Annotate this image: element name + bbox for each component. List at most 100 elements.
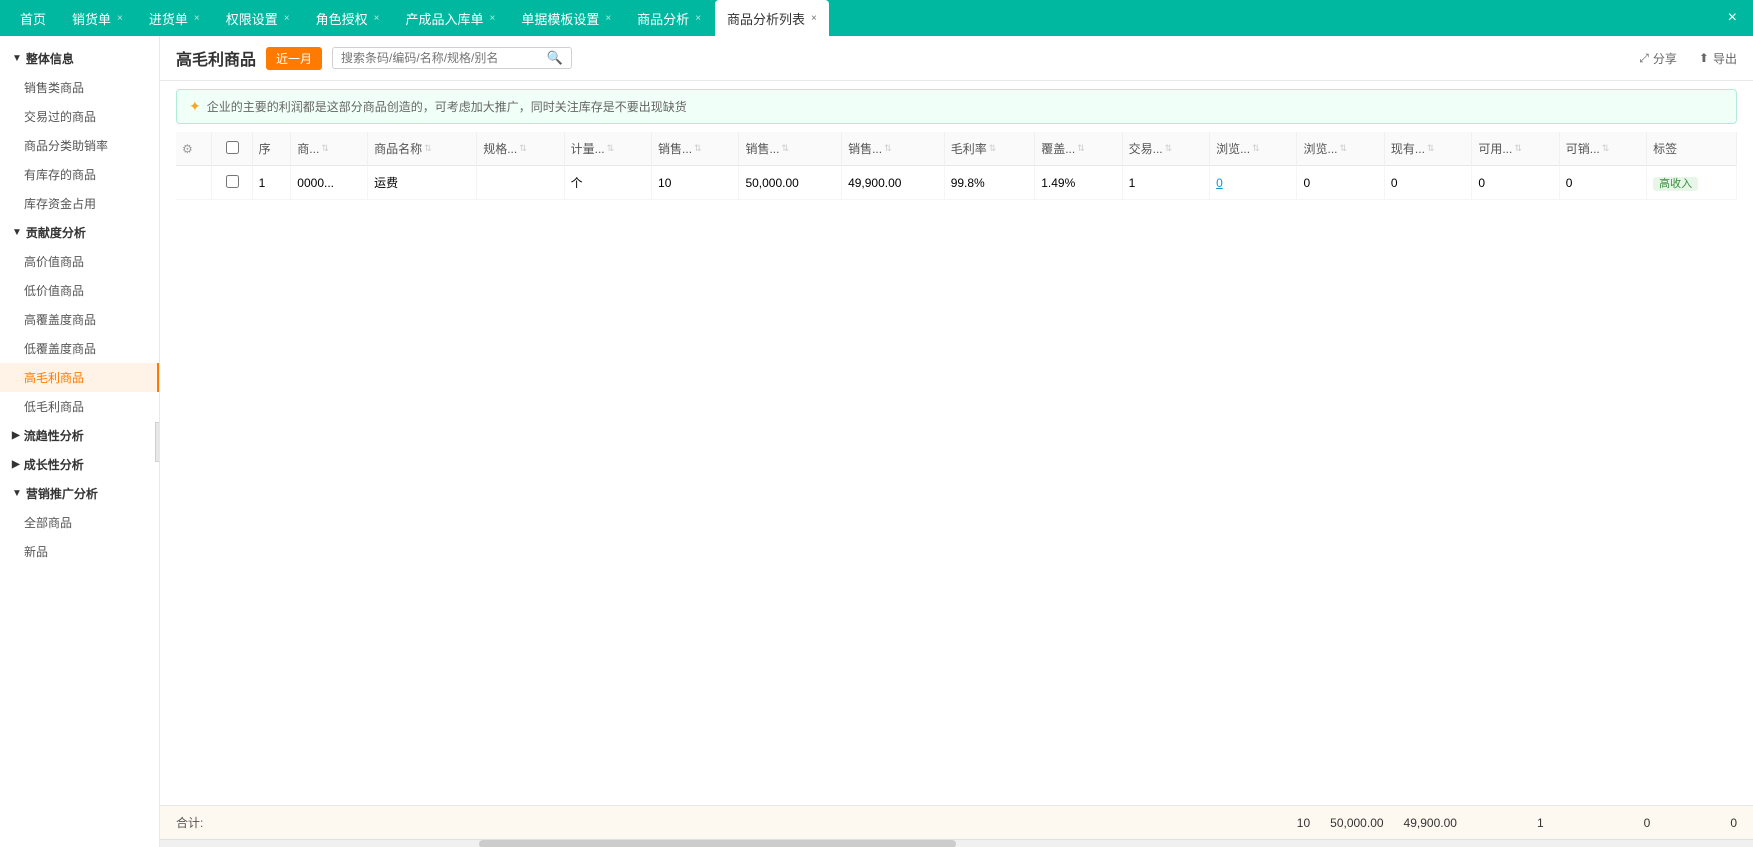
col-coverage[interactable]: 覆盖... ⇅: [1035, 132, 1122, 166]
window-close-button[interactable]: ×: [1720, 9, 1745, 27]
row-coverage: 1.49%: [1035, 166, 1122, 200]
sidebar-group-flow[interactable]: ▶ 流趋性分析: [0, 421, 159, 450]
close-sales-order-icon[interactable]: ×: [117, 13, 123, 24]
nav-product-analysis-list[interactable]: 商品分析列表 ×: [715, 0, 829, 36]
row-saleable: 0: [1559, 166, 1646, 200]
col-spec[interactable]: 规格... ⇅: [477, 132, 564, 166]
nav-role-auth[interactable]: 角色授权 ×: [304, 0, 392, 36]
sidebar-collapse-button[interactable]: «: [155, 422, 160, 462]
sort-icon-name: ⇅: [424, 143, 432, 154]
sidebar-item-low-margin[interactable]: 低毛利商品: [0, 392, 159, 421]
row-current: 0: [1384, 166, 1471, 200]
content-header: 高毛利商品 近一月 🔍 ⤢ 分享 ⬆ 导出: [160, 36, 1753, 81]
sort-icon-coverage: ⇅: [1077, 143, 1085, 154]
col-code[interactable]: 商... ⇅: [291, 132, 368, 166]
sidebar-item-low-coverage[interactable]: 低覆盖度商品: [0, 334, 159, 363]
filter-period-button[interactable]: 近一月: [266, 47, 322, 70]
horizontal-scrollbar[interactable]: [160, 839, 1753, 847]
row-tag: 高收入: [1647, 166, 1737, 200]
nav-purchase-order[interactable]: 进货单 ×: [137, 0, 212, 36]
search-input[interactable]: [341, 51, 543, 65]
col-browse1[interactable]: 浏览... ⇅: [1210, 132, 1297, 166]
col-settings[interactable]: ⚙: [176, 132, 212, 166]
footer-sales-profit: 49,900.00: [1404, 816, 1457, 830]
sidebar-item-stocked-goods[interactable]: 有库存的商品: [0, 160, 159, 189]
row-name: 运费: [368, 166, 477, 200]
table-row: 1 0000... 运费 个 10 50,000.00 49,900.00 99…: [176, 166, 1737, 200]
nav-product-analysis[interactable]: 商品分析 ×: [625, 0, 713, 36]
chevron-down-icon-2: ▼: [12, 227, 22, 238]
table-footer: 合计: 10 50,000.00 49,900.00 1 0 0: [160, 805, 1753, 839]
nav-product-entry[interactable]: 产成品入库单 ×: [393, 0, 507, 36]
main-layout: « ▼ 整体信息 销售类商品 交易过的商品 商品分类助销率 有库存的商品 库存资…: [0, 36, 1753, 847]
sidebar-item-high-coverage[interactable]: 高覆盖度商品: [0, 305, 159, 334]
close-permissions-icon[interactable]: ×: [284, 13, 290, 24]
page-title: 高毛利商品: [176, 46, 256, 70]
close-template-settings-icon[interactable]: ×: [605, 13, 611, 24]
data-table: ⚙ 序 商... ⇅: [176, 132, 1737, 200]
sidebar-item-traded-goods[interactable]: 交易过的商品: [0, 102, 159, 131]
sidebar-group-contribution[interactable]: ▼ 贡献度分析: [0, 218, 159, 247]
nav-template-settings[interactable]: 单据模板设置 ×: [509, 0, 623, 36]
table-header-row: ⚙ 序 商... ⇅: [176, 132, 1737, 166]
export-icon: ⬆: [1699, 51, 1709, 65]
select-all-checkbox[interactable]: [226, 141, 239, 154]
table-container[interactable]: ⚙ 序 商... ⇅: [160, 132, 1753, 805]
sort-icon: ⇅: [321, 143, 329, 154]
close-product-analysis-icon[interactable]: ×: [695, 13, 701, 24]
sort-icon-saleable: ⇅: [1602, 143, 1610, 154]
sidebar-group-growth[interactable]: ▶ 成长性分析: [0, 450, 159, 479]
col-tag[interactable]: 标签: [1647, 132, 1737, 166]
info-icon: ✦: [189, 98, 201, 115]
nav-permissions[interactable]: 权限设置 ×: [214, 0, 302, 36]
sort-icon-transaction: ⇅: [1165, 143, 1173, 154]
sidebar-item-inventory-capital[interactable]: 库存资金占用: [0, 189, 159, 218]
sidebar: « ▼ 整体信息 销售类商品 交易过的商品 商品分类助销率 有库存的商品 库存资…: [0, 36, 160, 847]
col-available[interactable]: 可用... ⇅: [1472, 132, 1559, 166]
col-gross-margin[interactable]: 毛利率 ⇅: [944, 132, 1035, 166]
sidebar-item-sales-goods[interactable]: 销售类商品: [0, 73, 159, 102]
footer-sales-qty: 10: [1297, 816, 1310, 830]
settings-icon[interactable]: ⚙: [182, 142, 193, 156]
search-box: 🔍: [332, 47, 572, 69]
sidebar-group-overview[interactable]: ▼ 整体信息: [0, 44, 159, 73]
share-button[interactable]: ⤢ 分享: [1639, 50, 1677, 67]
close-product-entry-icon[interactable]: ×: [489, 13, 495, 24]
col-sales-amount[interactable]: 销售... ⇅: [739, 132, 842, 166]
close-product-analysis-list-icon[interactable]: ×: [811, 13, 817, 24]
row-checkbox-cell: [212, 166, 252, 200]
col-unit[interactable]: 计量... ⇅: [564, 132, 651, 166]
sidebar-item-all-goods[interactable]: 全部商品: [0, 508, 159, 537]
sidebar-group-marketing[interactable]: ▼ 营销推广分析: [0, 479, 159, 508]
col-saleable[interactable]: 可销... ⇅: [1559, 132, 1646, 166]
chevron-right-icon: ▶: [12, 430, 20, 441]
export-button[interactable]: ⬆ 导出: [1699, 50, 1737, 67]
footer-transaction: 1: [1537, 816, 1544, 830]
col-sales-qty[interactable]: 销售... ⇅: [652, 132, 739, 166]
col-transaction[interactable]: 交易... ⇅: [1122, 132, 1209, 166]
sidebar-item-new-products[interactable]: 新品: [0, 537, 159, 566]
row-checkbox[interactable]: [226, 175, 239, 188]
col-sales-profit[interactable]: 销售... ⇅: [842, 132, 945, 166]
close-purchase-order-icon[interactable]: ×: [194, 13, 200, 24]
footer-current: 0: [1644, 816, 1651, 830]
search-icon[interactable]: 🔍: [547, 50, 563, 66]
sort-icon-sales-amount: ⇅: [781, 143, 789, 154]
col-browse2[interactable]: 浏览... ⇅: [1297, 132, 1384, 166]
col-name[interactable]: 商品名称 ⇅: [368, 132, 477, 166]
scrollbar-thumb[interactable]: [479, 840, 957, 847]
row-sales-qty: 10: [652, 166, 739, 200]
footer-total-label: 合计:: [176, 814, 203, 831]
sidebar-item-category-sales-rate[interactable]: 商品分类助销率: [0, 131, 159, 160]
row-browse1: 0: [1210, 166, 1297, 200]
sort-icon-unit: ⇅: [607, 143, 615, 154]
sidebar-item-low-value[interactable]: 低价值商品: [0, 276, 159, 305]
sort-icon-browse2: ⇅: [1340, 143, 1348, 154]
sidebar-item-high-margin[interactable]: 高毛利商品: [0, 363, 159, 392]
col-current[interactable]: 现有... ⇅: [1384, 132, 1471, 166]
close-role-auth-icon[interactable]: ×: [374, 13, 380, 24]
nav-sales-order[interactable]: 销货单 ×: [60, 0, 135, 36]
nav-home[interactable]: 首页: [8, 0, 58, 36]
top-navigation: 首页 销货单 × 进货单 × 权限设置 × 角色授权 × 产成品入库单 × 单据…: [0, 0, 1753, 36]
sidebar-item-high-value[interactable]: 高价值商品: [0, 247, 159, 276]
